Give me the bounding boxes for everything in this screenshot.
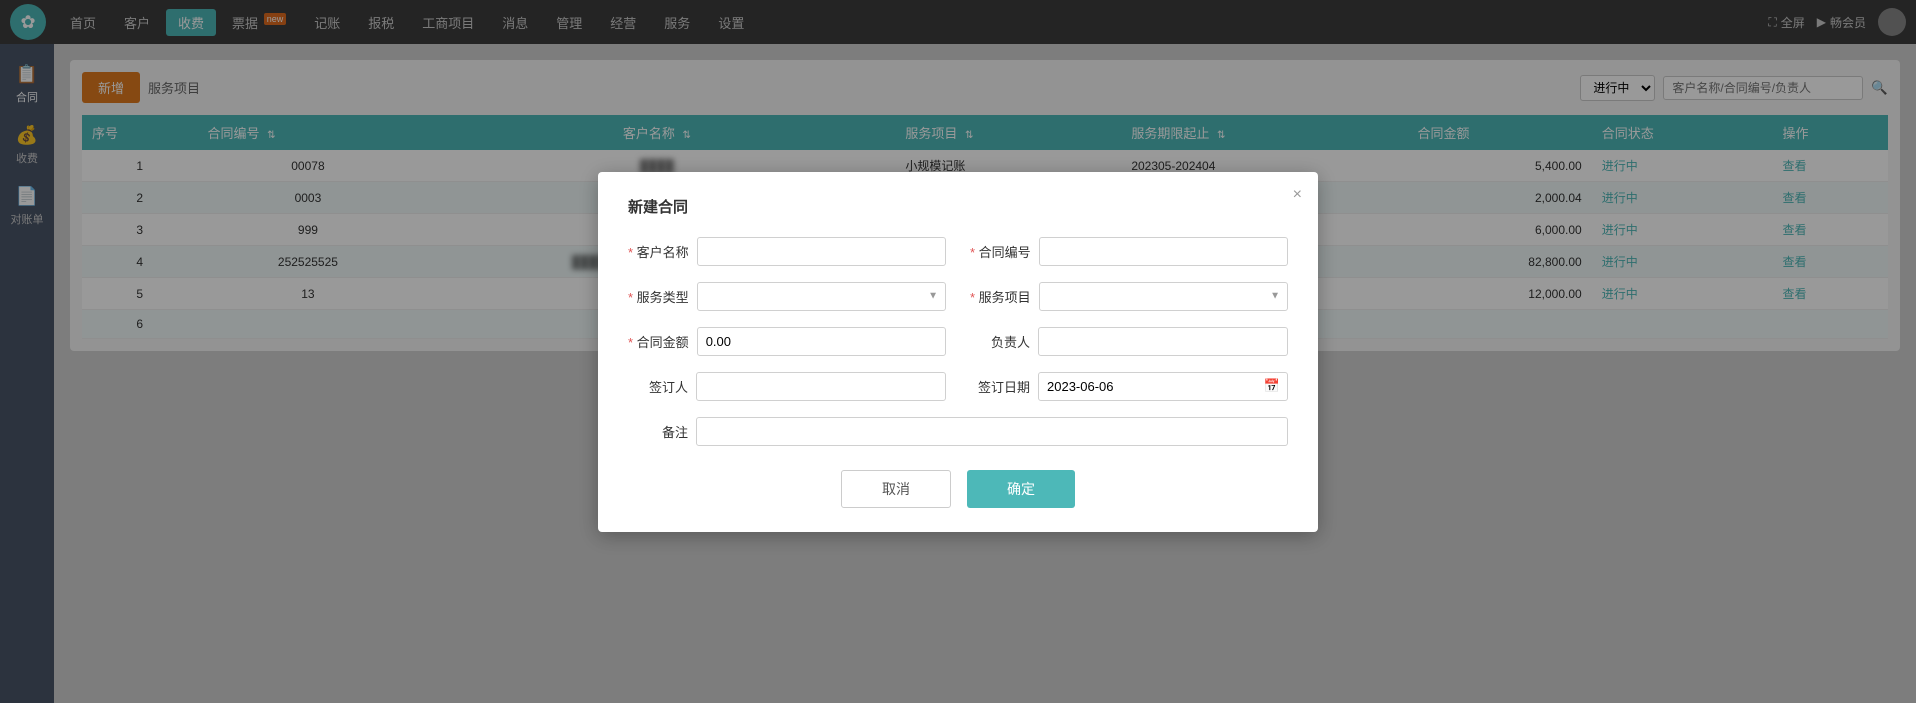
service-item-select[interactable] [1039,282,1288,311]
confirm-button[interactable]: 确定 [967,470,1075,508]
amount-input[interactable] [697,327,946,356]
cancel-button[interactable]: 取消 [841,470,951,508]
contract-no-label: 合同编号 [970,242,1031,261]
service-item-label: 服务项目 [970,287,1031,306]
sign-date-label: 签订日期 [970,377,1030,396]
form-row-signer: 签订人 [628,372,946,401]
customer-label: 客户名称 [628,242,689,261]
modal-overlay: × 新建合同 客户名称 合同编号 服务类型 ▼ [0,0,1916,703]
new-contract-modal: × 新建合同 客户名称 合同编号 服务类型 ▼ [598,172,1318,532]
person-input[interactable] [1038,327,1288,356]
service-type-select[interactable] [697,282,946,311]
form-row-sign-date: 签订日期 📅 [970,372,1288,401]
modal-close-button[interactable]: × [1293,186,1302,204]
modal-title: 新建合同 [628,196,1288,217]
signer-input[interactable] [696,372,946,401]
form-grid: 客户名称 合同编号 服务类型 ▼ 服务项目 [628,237,1288,446]
form-row-amount: 合同金额 [628,327,946,356]
person-label: 负责人 [970,332,1030,351]
contract-no-input[interactable] [1039,237,1288,266]
sign-date-input[interactable] [1038,372,1288,401]
form-row-service-item: 服务项目 ▼ [970,282,1288,311]
service-type-label: 服务类型 [628,287,689,306]
form-row-customer: 客户名称 [628,237,946,266]
customer-input[interactable] [697,237,946,266]
amount-label: 合同金额 [628,332,689,351]
form-row-service-type: 服务类型 ▼ [628,282,946,311]
service-type-select-wrapper: ▼ [697,282,946,311]
date-input-wrapper: 📅 [1038,372,1288,401]
form-row-person: 负责人 [970,327,1288,356]
form-row-remark: 备注 [628,417,1288,446]
remark-label: 备注 [628,422,688,441]
service-item-select-wrapper: ▼ [1039,282,1288,311]
remark-input[interactable] [696,417,1288,446]
signer-label: 签订人 [628,377,688,396]
form-row-contract-no: 合同编号 [970,237,1288,266]
modal-footer: 取消 确定 [628,470,1288,508]
